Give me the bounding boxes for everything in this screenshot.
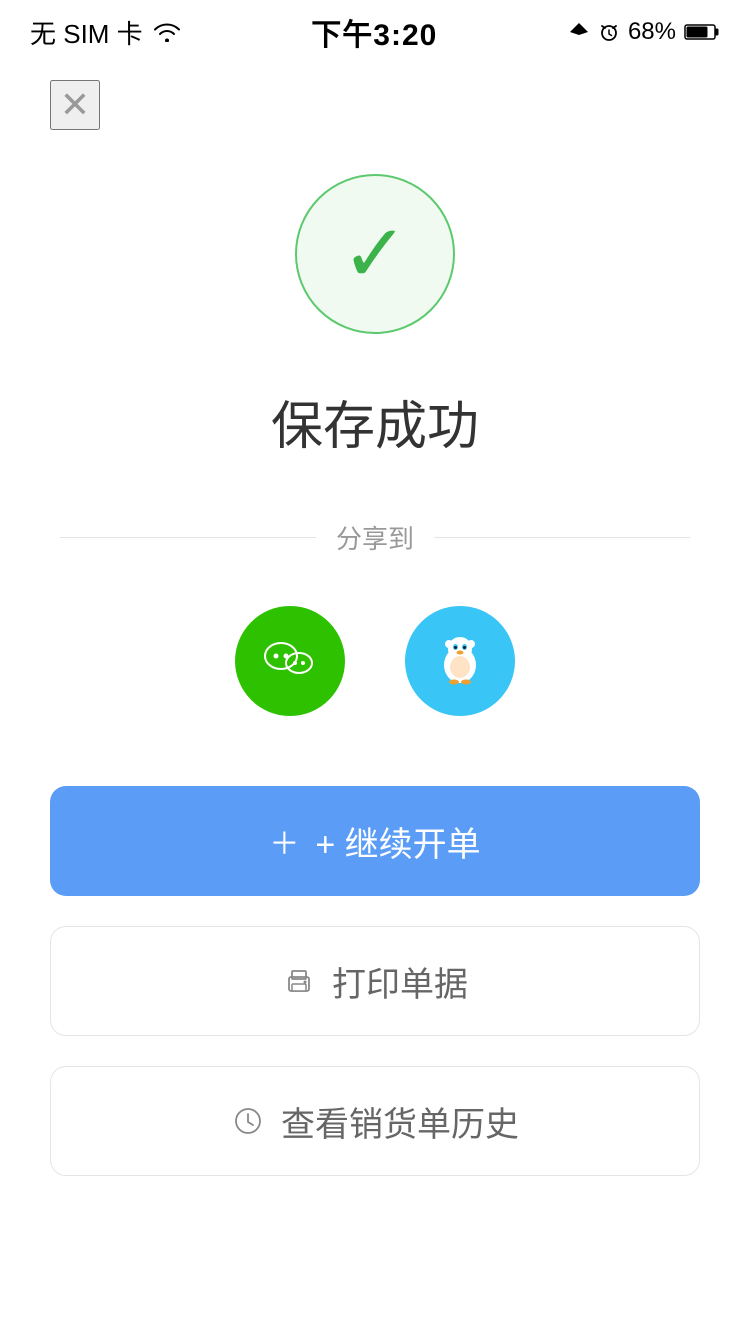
- main-content: ✓ 保存成功 分享到: [0, 64, 750, 1176]
- status-left: 无 SIM 卡: [30, 14, 181, 51]
- plus-icon: ＋: [269, 819, 299, 863]
- divider-line-right: [434, 537, 690, 538]
- printer-icon: [282, 964, 316, 998]
- print-label: 打印单据: [332, 957, 468, 1006]
- status-bar: 无 SIM 卡 下午3:20 68%: [0, 0, 750, 64]
- share-divider: 分享到: [0, 519, 750, 556]
- checkmark-icon: ✓: [341, 214, 408, 294]
- wechat-icon: [258, 629, 322, 693]
- wechat-share-button[interactable]: [235, 606, 345, 716]
- alarm-icon: [598, 21, 620, 43]
- share-icons-container: [235, 606, 515, 716]
- history-label: 查看销货单历史: [281, 1097, 519, 1146]
- location-icon: [568, 21, 590, 43]
- status-right: 68%: [568, 18, 720, 46]
- qq-icon: [430, 631, 490, 691]
- success-title: 保存成功: [271, 384, 479, 459]
- close-icon: ✕: [60, 87, 90, 123]
- sim-status: 无 SIM 卡: [30, 14, 143, 51]
- wifi-icon: [153, 22, 181, 42]
- continue-order-button[interactable]: ＋ + 继续开单: [50, 786, 700, 896]
- share-label: 分享到: [316, 519, 434, 556]
- success-circle: ✓: [295, 174, 455, 334]
- continue-order-label: + 继续开单: [315, 817, 480, 866]
- history-icon: [231, 1104, 265, 1138]
- battery-percent: 68%: [628, 18, 676, 46]
- qq-share-button[interactable]: [405, 606, 515, 716]
- status-time: 下午3:20: [311, 10, 437, 54]
- close-button[interactable]: ✕: [50, 80, 100, 130]
- print-button[interactable]: 打印单据: [50, 926, 700, 1036]
- divider-line-left: [60, 537, 316, 538]
- view-history-button[interactable]: 查看销货单历史: [50, 1066, 700, 1176]
- battery-icon: [684, 23, 720, 41]
- action-buttons: ＋ + 继续开单 打印单据 查看销货单历史: [0, 786, 750, 1176]
